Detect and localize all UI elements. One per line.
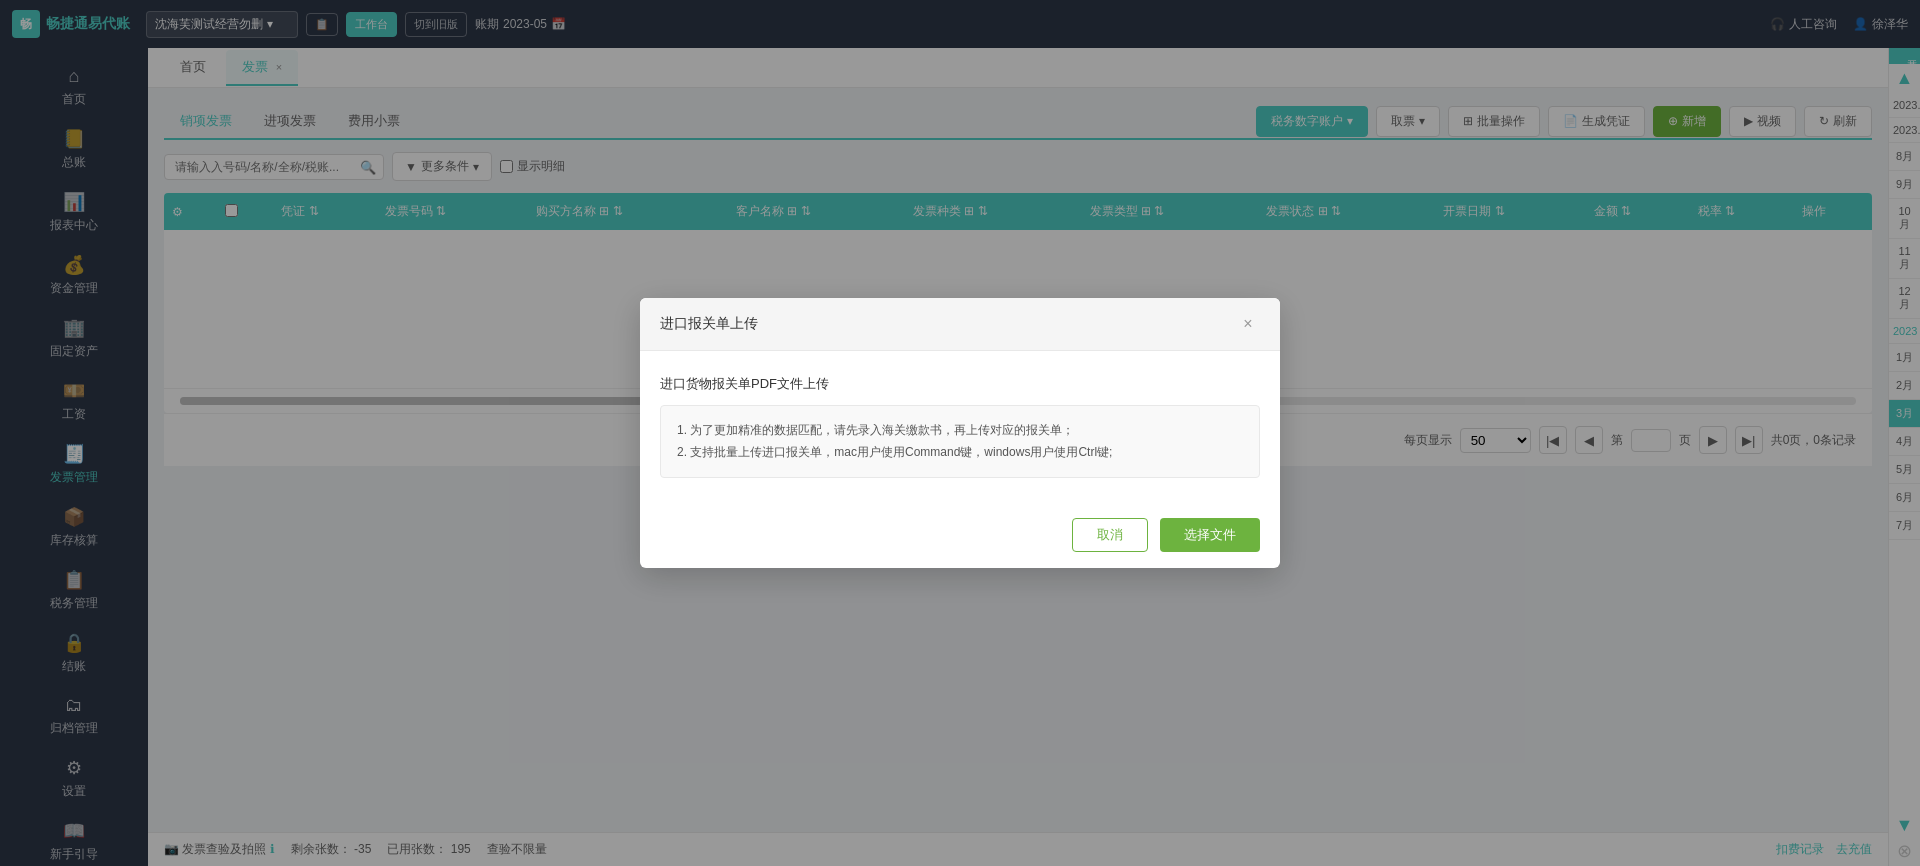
modal-title: 进口报关单上传 xyxy=(660,315,758,333)
cancel-button[interactable]: 取消 xyxy=(1072,518,1148,552)
close-icon: × xyxy=(1243,315,1252,333)
select-file-button[interactable]: 选择文件 xyxy=(1160,518,1260,552)
upload-info-item-1: 1. 为了更加精准的数据匹配，请先录入海关缴款书，再上传对应的报关单； xyxy=(677,420,1243,442)
modal-body: 进口货物报关单PDF文件上传 1. 为了更加精准的数据匹配，请先录入海关缴款书，… xyxy=(640,351,1280,502)
upload-info-box: 1. 为了更加精准的数据匹配，请先录入海关缴款书，再上传对应的报关单； 2. 支… xyxy=(660,405,1260,478)
modal-header: 进口报关单上传 × xyxy=(640,298,1280,351)
modal-footer: 取消 选择文件 xyxy=(640,502,1280,568)
modal-overlay: 进口报关单上传 × 进口货物报关单PDF文件上传 1. 为了更加精准的数据匹配，… xyxy=(0,0,1920,866)
upload-info-item-2: 2. 支持批量上传进口报关单，mac用户使用Command键，windows用户… xyxy=(677,442,1243,464)
upload-section-title: 进口货物报关单PDF文件上传 xyxy=(660,375,1260,393)
modal-close-button[interactable]: × xyxy=(1236,312,1260,336)
import-customs-modal: 进口报关单上传 × 进口货物报关单PDF文件上传 1. 为了更加精准的数据匹配，… xyxy=(640,298,1280,568)
